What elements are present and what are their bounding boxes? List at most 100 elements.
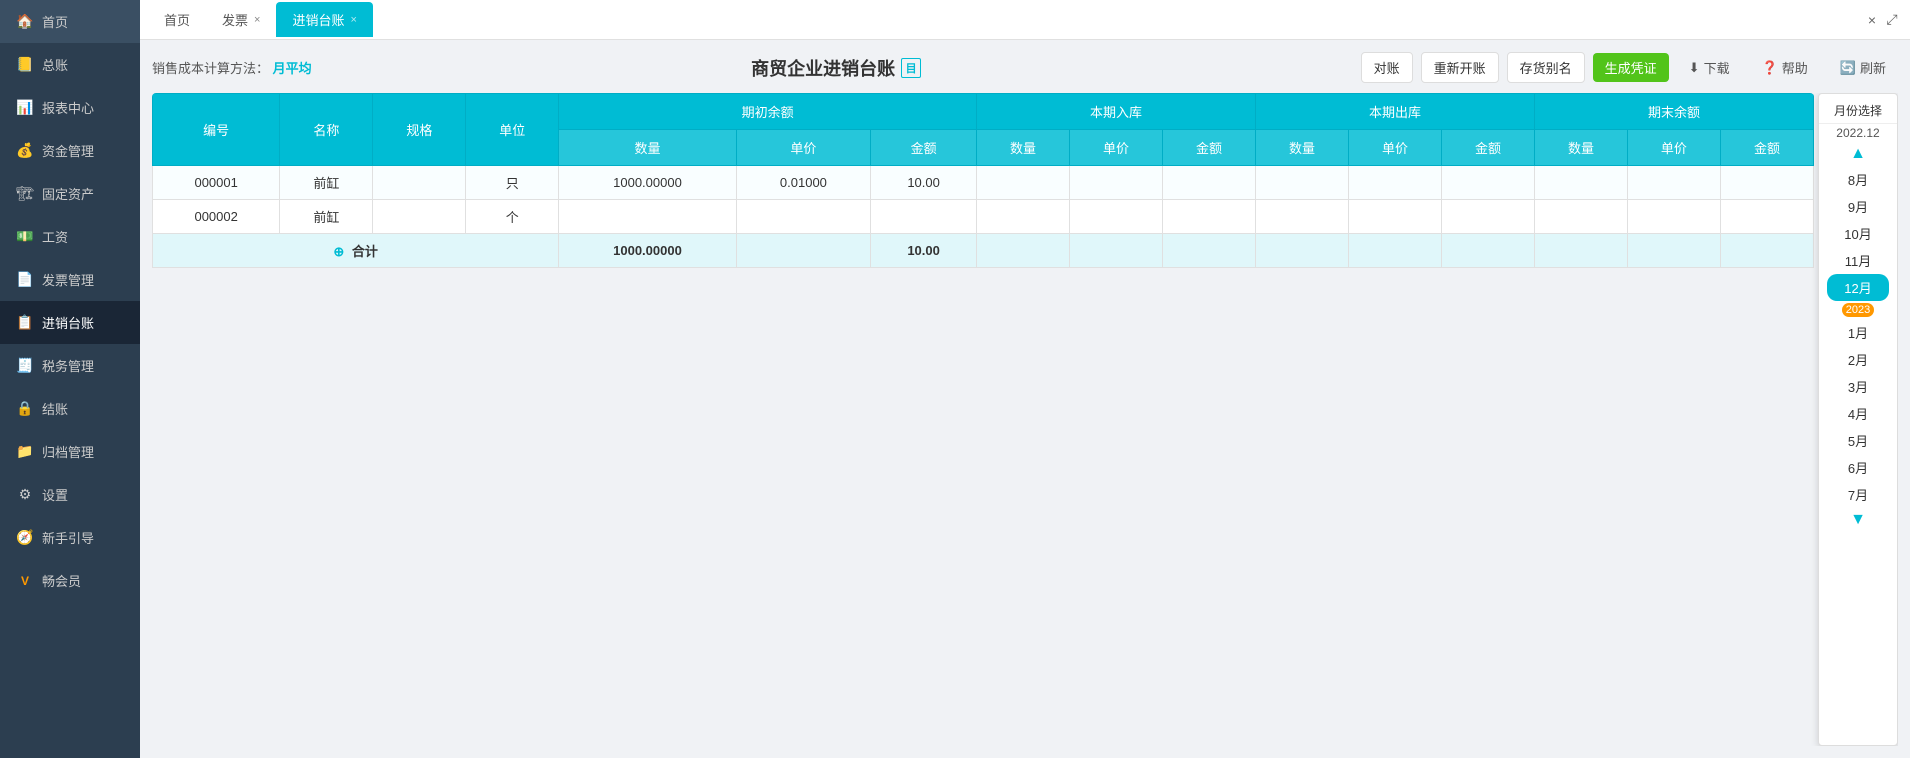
month-item-3[interactable]: 3月	[1819, 373, 1897, 400]
sidebar-item-vip[interactable]: V 畅会员	[0, 559, 140, 602]
month-item-6[interactable]: 6月	[1819, 454, 1897, 481]
month-panel-title: 月份选择	[1819, 98, 1897, 124]
cell-open-qty-2	[559, 200, 736, 234]
table-row: 000002 前缸 个	[153, 200, 1814, 234]
page-title: 商贸企业进销台账 目	[312, 55, 1361, 81]
sidebar-item-ledger[interactable]: 📒 总账	[0, 43, 140, 86]
cost-method-value: 月平均	[273, 61, 312, 76]
vip-icon: V	[16, 572, 34, 590]
home-icon: 🏠	[16, 13, 34, 31]
cell-close-qty-1	[1534, 166, 1627, 200]
cell-number-2: 000002	[153, 200, 280, 234]
sidebar-label-closing: 结账	[42, 399, 68, 418]
sidebar-item-home[interactable]: 🏠 首页	[0, 0, 140, 43]
cell-close-price-2	[1627, 200, 1720, 234]
sidebar-item-closing[interactable]: 🔒 结账	[0, 387, 140, 430]
cell-in-price-1	[1070, 166, 1163, 200]
month-item-7[interactable]: 7月	[1819, 481, 1897, 508]
col-close-qty: 数量	[1534, 130, 1627, 166]
reports-icon: 📊	[16, 99, 34, 117]
current-year-display: 2022.12	[1819, 124, 1897, 142]
sidebar-label-reports: 报表中心	[42, 98, 94, 117]
sidebar-item-assets[interactable]: 🏗 固定资产	[0, 172, 140, 215]
window-controls: × ⤢	[1862, 10, 1902, 30]
total-label-cell: ⊕ 合计	[153, 234, 559, 268]
tab-purchase-sales-close[interactable]: ×	[350, 14, 356, 26]
sidebar-label-settings: 设置	[42, 485, 68, 504]
tab-purchase-sales[interactable]: 进销台账 ×	[276, 2, 372, 37]
total-close-amount	[1720, 234, 1813, 268]
total-open-qty: 1000.00000	[559, 234, 736, 268]
generate-voucher-button[interactable]: 生成凭证	[1593, 53, 1669, 82]
download-button[interactable]: ⬇ 下载	[1677, 53, 1742, 82]
sidebar-item-funds[interactable]: 💰 资金管理	[0, 129, 140, 172]
cell-in-qty-2	[977, 200, 1070, 234]
save-as-button[interactable]: 存货别名	[1507, 52, 1585, 83]
tab-invoice[interactable]: 发票 ×	[206, 2, 276, 37]
month-item-4[interactable]: 4月	[1819, 400, 1897, 427]
sidebar-label-vip: 畅会员	[42, 571, 81, 590]
invoice-icon: 📄	[16, 271, 34, 289]
total-row: ⊕ 合计 1000.00000 10.00	[153, 234, 1814, 268]
sidebar-item-purchase-sales[interactable]: 📋 进销台账	[0, 301, 140, 344]
month-item-8[interactable]: 8月	[1819, 166, 1897, 193]
total-in-amount	[1163, 234, 1256, 268]
refresh-button[interactable]: 🔄 刷新	[1828, 53, 1898, 82]
col-open-price: 单价	[736, 130, 870, 166]
help-icon: ❓	[1762, 60, 1778, 76]
sidebar-item-salary[interactable]: 💵 工资	[0, 215, 140, 258]
col-out-qty: 数量	[1256, 130, 1349, 166]
cell-unit-2: 个	[466, 200, 559, 234]
title-info-icon[interactable]: 目	[901, 58, 921, 78]
month-item-9[interactable]: 9月	[1819, 193, 1897, 220]
month-scroll-down[interactable]: ▼	[1819, 508, 1897, 532]
cost-method-label: 销售成本计算方法：	[152, 61, 269, 76]
month-item-12[interactable]: 12月	[1827, 274, 1889, 301]
reconcile-button[interactable]: 对账	[1361, 52, 1413, 83]
cell-out-price-2	[1348, 200, 1441, 234]
sidebar-item-invoice[interactable]: 📄 发票管理	[0, 258, 140, 301]
cell-out-qty-2	[1256, 200, 1349, 234]
cell-open-price-1: 0.01000	[736, 166, 870, 200]
col-group-period-in: 本期入库	[977, 94, 1256, 130]
sidebar-label-salary: 工资	[42, 227, 68, 246]
sidebar-item-reports[interactable]: 📊 报表中心	[0, 86, 140, 129]
month-scroll-up[interactable]: ▲	[1819, 142, 1897, 166]
cell-out-qty-1	[1256, 166, 1349, 200]
sidebar-item-tax[interactable]: 🧾 税务管理	[0, 344, 140, 387]
help-label: 帮助	[1782, 58, 1808, 77]
cell-spec-1	[373, 166, 466, 200]
tab-invoice-label: 发票	[222, 10, 248, 29]
reopen-button[interactable]: 重新开账	[1421, 52, 1499, 83]
sidebar-item-guide[interactable]: 🧭 新手引导	[0, 516, 140, 559]
col-out-price: 单价	[1348, 130, 1441, 166]
help-button[interactable]: ❓ 帮助	[1750, 53, 1820, 82]
refresh-label: 刷新	[1860, 58, 1886, 77]
guide-icon: 🧭	[16, 529, 34, 547]
cell-close-price-1	[1627, 166, 1720, 200]
col-open-qty: 数量	[559, 130, 736, 166]
col-in-qty: 数量	[977, 130, 1070, 166]
maximize-button[interactable]: ⤢	[1882, 10, 1902, 30]
sidebar-item-settings[interactable]: ⚙ 设置	[0, 473, 140, 516]
month-item-5[interactable]: 5月	[1819, 427, 1897, 454]
sidebar-label-funds: 资金管理	[42, 141, 94, 160]
total-close-price	[1627, 234, 1720, 268]
table-row: 000001 前缸 只 1000.00000 0.01000 10.00	[153, 166, 1814, 200]
col-number: 编号	[153, 94, 280, 166]
col-group-period-out: 本期出库	[1256, 94, 1535, 130]
sidebar-item-archive[interactable]: 📁 归档管理	[0, 430, 140, 473]
download-label: 下载	[1704, 58, 1730, 77]
tab-invoice-close[interactable]: ×	[254, 14, 260, 26]
month-item-10[interactable]: 10月	[1819, 220, 1897, 247]
sidebar-label-archive: 归档管理	[42, 442, 94, 461]
month-item-2[interactable]: 2月	[1819, 346, 1897, 373]
salary-icon: 💵	[16, 228, 34, 246]
total-open-price	[736, 234, 870, 268]
cell-in-price-2	[1070, 200, 1163, 234]
month-item-1[interactable]: 1月	[1819, 319, 1897, 346]
col-spec: 规格	[373, 94, 466, 166]
month-item-11[interactable]: 11月	[1819, 247, 1897, 274]
close-button[interactable]: ×	[1862, 10, 1882, 30]
tab-home[interactable]: 首页	[148, 2, 206, 37]
